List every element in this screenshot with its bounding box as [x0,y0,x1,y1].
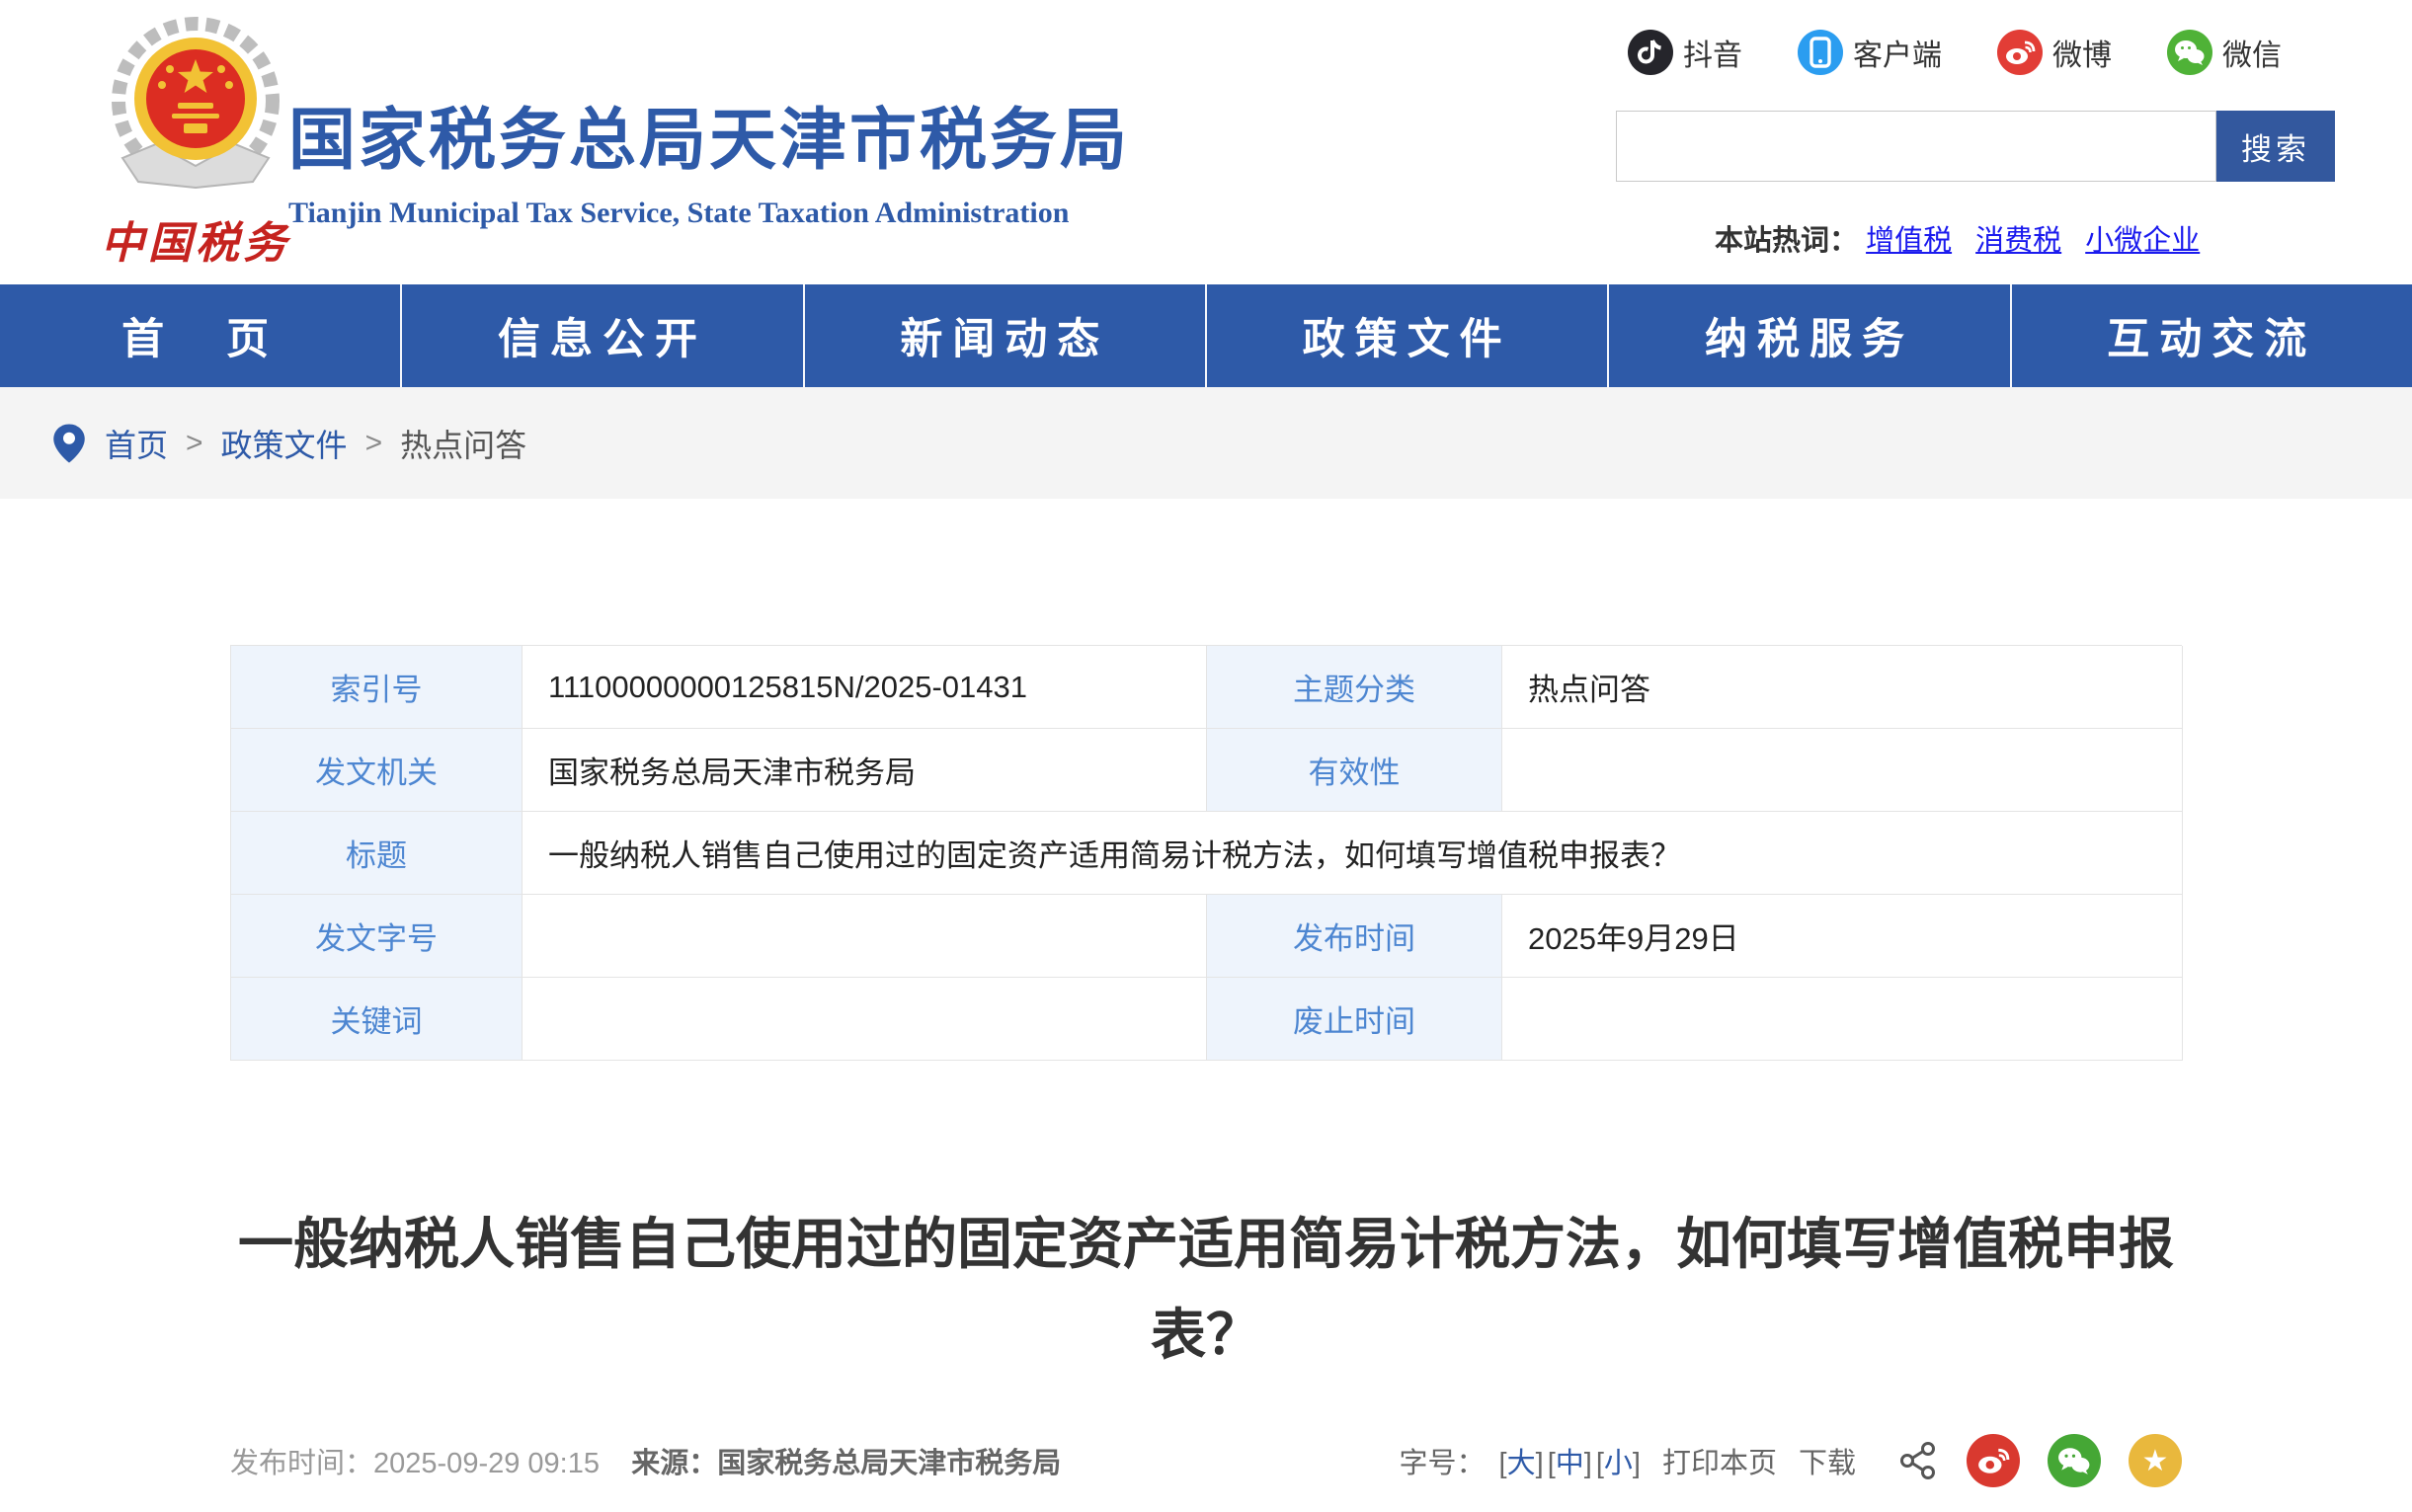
info-value-topic-category: 热点问答 [1502,646,2183,729]
hotwords-label: 本站热词： [1715,225,1858,257]
info-label-index-number: 索引号 [231,646,523,729]
douyin-icon [1628,30,1673,75]
nav-item-interaction[interactable]: 互动交流 [2010,284,2412,387]
search-button[interactable]: 搜索 [2216,111,2335,182]
site-title-block: 国家税务总局天津市税务局 Tianjin Municipal Tax Servi… [288,85,1130,230]
share-star-icon[interactable]: ★ [2129,1434,2182,1487]
nav-item-info-disclosure[interactable]: 信息公开 [400,284,802,387]
publish-time-label: 发布时间： [230,1448,373,1479]
social-link-douyin[interactable]: 抖音 [1628,30,1742,75]
location-pin-icon [51,422,87,465]
nav-item-home[interactable]: 首 页 [0,284,400,387]
source-label: 来源： [631,1448,717,1479]
info-value-issuing-agency: 国家税务总局天津市税务局 [523,729,1207,812]
share-wechat-icon[interactable] [2048,1434,2101,1487]
source-value: 国家税务总局天津市税务局 [717,1448,1061,1479]
fontsize-option-small[interactable]: [小] [1596,1440,1641,1481]
hotword-link-vat[interactable]: 增值税 [1866,225,1952,257]
nav-item-tax-services[interactable]: 纳税服务 [1607,284,2009,387]
info-label-publish-date: 发布时间 [1207,895,1502,978]
social-label: 抖音 [1683,31,1742,74]
fontsize-label: 字号： [1400,1440,1486,1481]
social-link-client[interactable]: 客户端 [1798,30,1942,75]
mobile-client-icon [1798,30,1843,75]
info-value-keywords [523,978,1207,1061]
nav-item-news[interactable]: 新闻动态 [803,284,1205,387]
breadcrumb-policy-documents[interactable]: 政策文件 [221,421,348,466]
article-title: 一般纳税人销售自己使用过的固定资产适用简易计税方法，如何填写增值税申报表？ [218,1199,2194,1381]
hotwords-bar: 本站热词： 增值税 消费税 小微企业 [1715,217,2215,259]
info-value-validity [1502,729,2183,812]
wechat-icon [2167,30,2212,75]
weibo-icon [1997,30,2043,75]
fontsize-option-medium[interactable]: [中] [1548,1440,1592,1481]
hotword-link-consumption-tax[interactable]: 消费税 [1975,225,2061,257]
social-label: 微博 [2052,31,2112,74]
site-logo[interactable]: 中国税务 [67,12,324,271]
info-label-topic-category: 主题分类 [1207,646,1502,729]
download-button[interactable]: 下载 [1799,1440,1856,1481]
info-value-publish-date: 2025年9月29日 [1502,895,2183,978]
info-value-document-number [523,895,1207,978]
info-label-issuing-agency: 发文机关 [231,729,523,812]
info-label-validity: 有效性 [1207,729,1502,812]
article-meta-bar: 发布时间：2025-09-29 09:15 来源：国家税务总局天津市税务局 字号… [230,1434,2182,1487]
info-label-repeal-date: 废止时间 [1207,978,1502,1061]
nav-item-policy-documents[interactable]: 政策文件 [1205,284,1607,387]
info-value-title: 一般纳税人销售自己使用过的固定资产适用简易计税方法，如何填写增值税申报表？ [523,812,2183,895]
article-meta-right: 字号： [大] [中] [小] 打印本页 下载 ★ [1400,1434,2182,1487]
breadcrumb-separator: > [186,427,203,460]
document-info-table: 索引号 11100000000125815N/2025-01431 主题分类 热… [230,645,2182,1061]
social-label: 微信 [2222,31,2282,74]
print-page-button[interactable]: 打印本页 [1662,1440,1777,1481]
share-weibo-icon[interactable] [1967,1434,2020,1487]
social-link-wechat[interactable]: 微信 [2167,30,2282,75]
hotword-link-small-business[interactable]: 小微企业 [2085,225,2200,257]
social-links: 抖音 客户端 微博 微信 [1628,30,2282,75]
search-bar: 搜索 [1616,111,2335,182]
fontsize-option-large[interactable]: [大] [1499,1440,1544,1481]
article-meta-left: 发布时间：2025-09-29 09:15 来源：国家税务总局天津市税务局 [230,1440,1061,1481]
breadcrumb-current: 热点问答 [400,421,526,466]
breadcrumb: 首页 > 政策文件 > 热点问答 [0,387,2412,499]
info-value-repeal-date [1502,978,2183,1061]
search-input[interactable] [1616,111,2216,182]
site-subtitle: Tianjin Municipal Tax Service, State Tax… [288,197,1130,230]
info-value-index-number: 11100000000125815N/2025-01431 [523,646,1207,729]
breadcrumb-home[interactable]: 首页 [105,421,168,466]
info-label-document-number: 发文字号 [231,895,523,978]
social-link-weibo[interactable]: 微博 [1997,30,2112,75]
info-label-keywords: 关键词 [231,978,523,1061]
share-icon[interactable] [1897,1440,1939,1481]
breadcrumb-separator: > [365,427,383,460]
info-label-title: 标题 [231,812,523,895]
main-navigation: 首 页 信息公开 新闻动态 政策文件 纳税服务 互动交流 [0,284,2412,387]
social-label: 客户端 [1853,31,1942,74]
site-title: 国家税务总局天津市税务局 [288,85,1130,183]
logo-calligraphy: 中国税务 [67,207,324,271]
publish-time-value: 2025-09-29 09:15 [373,1448,600,1479]
site-header: 中国税务 国家税务总局天津市税务局 Tianjin Municipal Tax … [0,0,2412,284]
tax-emblem-icon [99,12,292,205]
